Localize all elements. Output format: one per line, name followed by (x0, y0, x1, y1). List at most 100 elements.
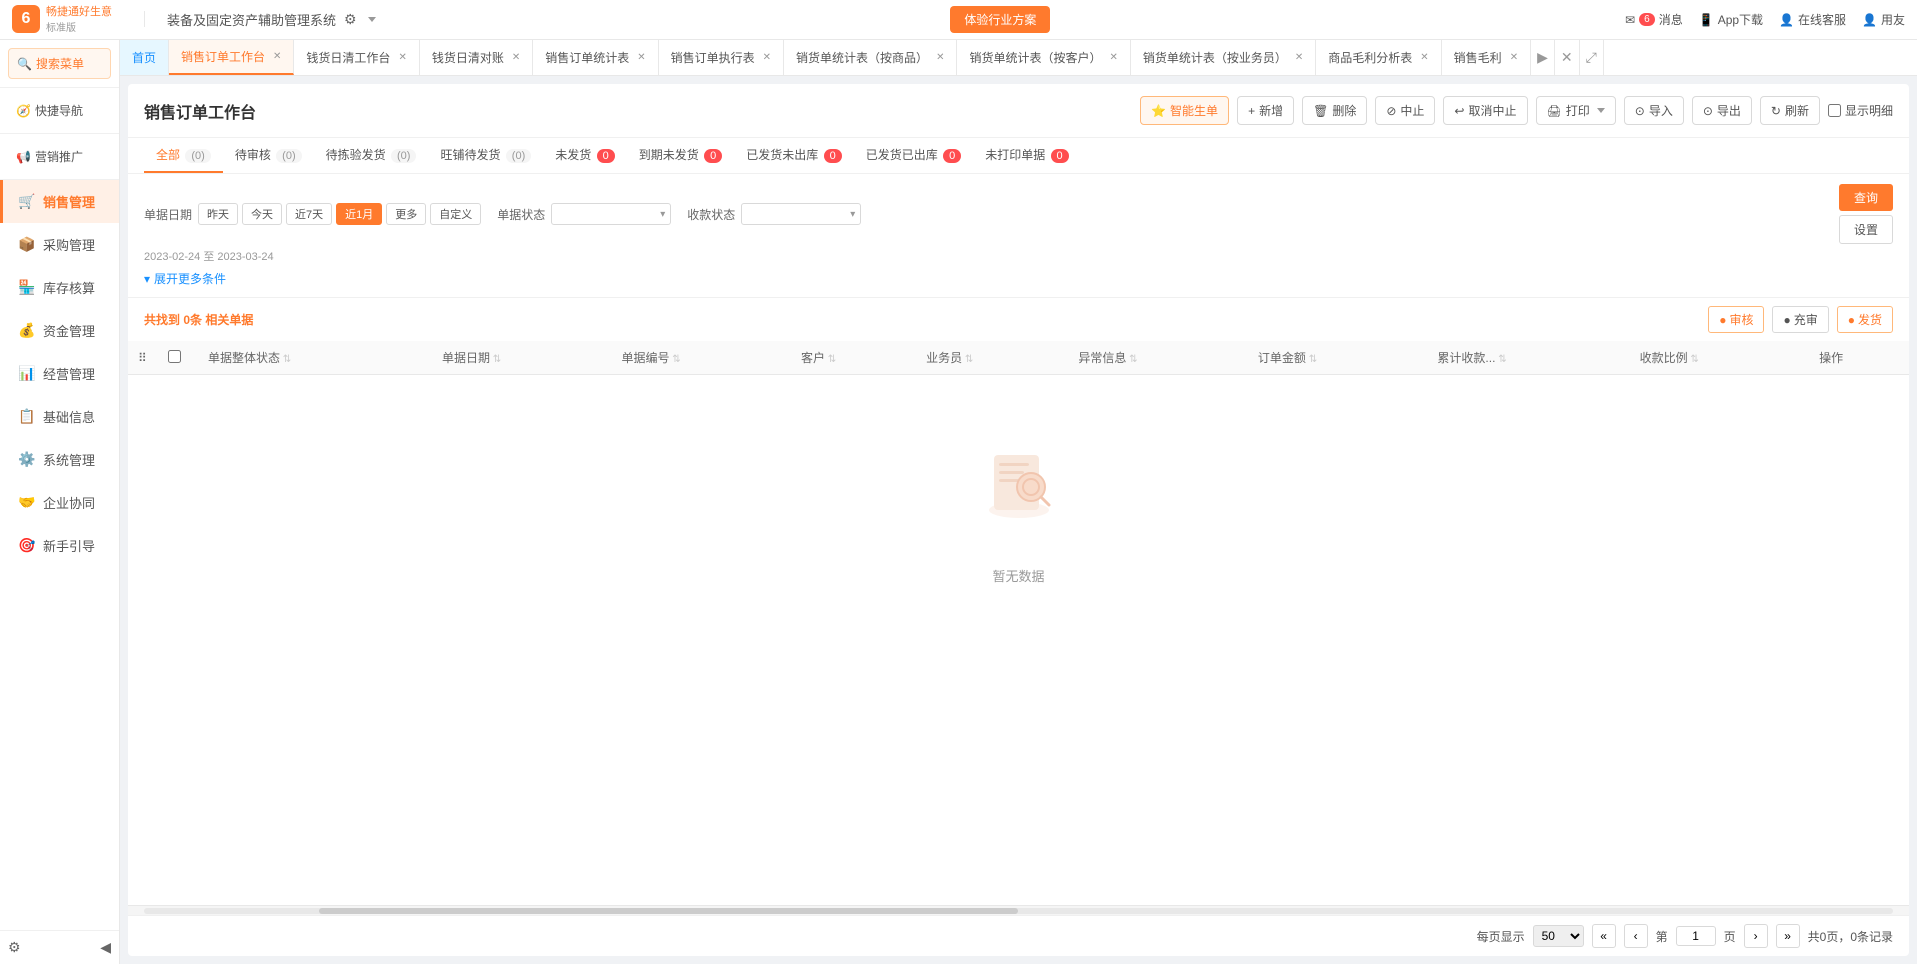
page-input[interactable] (1676, 926, 1716, 946)
smart-create-btn[interactable]: ⭐ 智能生单 (1140, 96, 1229, 125)
ship-btn[interactable]: ● 发货 (1837, 306, 1893, 333)
filter-expand-btn[interactable]: ▾ 展开更多条件 (144, 270, 1893, 287)
cancel-review-btn[interactable]: ● 充审 (1772, 306, 1828, 333)
filter-date-7days[interactable]: 近7天 (286, 203, 332, 225)
tab-cash-reconcile-close[interactable]: ✕ (512, 52, 520, 63)
tab-cash-reconcile[interactable]: 钱货日清对账 ✕ (420, 40, 533, 75)
sidebar-item-purchase[interactable]: 📦 采购管理 (0, 223, 119, 266)
filter-settings-btn[interactable]: 设置 (1839, 215, 1893, 244)
col-customer[interactable]: 客户 (791, 341, 916, 375)
col-amount[interactable]: 订单金额 (1248, 341, 1428, 375)
experience-btn[interactable]: 体验行业方案 (950, 6, 1050, 33)
last-page-btn[interactable]: » (1776, 924, 1800, 948)
app-download-btn[interactable]: 📱 App下载 (1699, 11, 1763, 28)
query-btn[interactable]: 查询 (1839, 184, 1893, 211)
sidebar-item-sales[interactable]: 🛒 销售管理 (0, 180, 119, 223)
filter-date-today[interactable]: 今天 (242, 203, 282, 225)
sub-tab-expired-not-shipped[interactable]: 到期未发货 0 (627, 138, 734, 173)
system-dropdown-icon[interactable] (368, 17, 376, 22)
promo-btn[interactable]: 📢 营销推广 (8, 142, 111, 171)
filter-collection-select[interactable] (741, 203, 861, 225)
sub-tab-shipped-not-out[interactable]: 已发货未出库 0 (734, 138, 853, 173)
tab-sales-stat-staff-close[interactable]: ✕ (1295, 52, 1303, 63)
tab-sales-stats-close[interactable]: ✕ (637, 52, 645, 63)
sidebar-collapse-icon[interactable]: ◀ (100, 939, 111, 956)
tab-close-all-btn[interactable]: ✕ (1555, 40, 1580, 75)
add-btn[interactable]: + 新增 (1237, 96, 1294, 125)
prev-page-btn[interactable]: ‹ (1624, 924, 1648, 948)
review-icon: ● (1719, 313, 1726, 327)
tab-sales-profit-close[interactable]: ✕ (1510, 52, 1518, 63)
tab-sales-stat-customer[interactable]: 销货单统计表（按客户） ✕ (957, 40, 1130, 75)
sidebar-item-enterprise[interactable]: 🤝 企业协同 (0, 481, 119, 524)
message-btn[interactable]: ✉ 6 消息 (1625, 11, 1683, 28)
print-btn[interactable]: 🖨 打印 (1536, 96, 1616, 125)
next-page-btn[interactable]: › (1744, 924, 1768, 948)
import-btn[interactable]: ⊙ 导入 (1624, 96, 1684, 125)
tab-sales-workbench-close[interactable]: ✕ (273, 51, 281, 62)
tab-sales-profit[interactable]: 销售毛利 ✕ (1442, 40, 1531, 75)
col-ratio[interactable]: 收款比例 (1630, 341, 1810, 375)
sub-tab-not-printed[interactable]: 未打印单据 0 (973, 138, 1080, 173)
tab-sales-stat-staff[interactable]: 销货单统计表（按业务员） ✕ (1131, 40, 1316, 75)
stop-btn[interactable]: ⊘ 中止 (1375, 96, 1435, 125)
page-size-select[interactable]: 10 20 50 100 (1533, 925, 1584, 947)
tab-fullscreen-btn[interactable]: ⤢ (1580, 40, 1604, 75)
filter-date-1month[interactable]: 近1月 (336, 203, 382, 225)
col-status[interactable]: 单据整体状态 (198, 341, 432, 375)
sub-tab-all[interactable]: 全部 (0) (144, 138, 223, 173)
tab-more-btn[interactable]: ▶ (1531, 40, 1555, 75)
tab-sales-stat-product-close[interactable]: ✕ (936, 52, 944, 63)
export-btn[interactable]: ⊙ 导出 (1692, 96, 1752, 125)
col-date[interactable]: 单据日期 (432, 341, 612, 375)
delete-btn[interactable]: 🗑 删除 (1302, 96, 1367, 125)
tab-product-margin-close[interactable]: ✕ (1420, 52, 1428, 63)
sidebar-item-system[interactable]: ⚙️ 系统管理 (0, 438, 119, 481)
refresh-btn[interactable]: ↻ 刷新 (1760, 96, 1820, 125)
col-exception[interactable]: 异常信息 (1068, 341, 1248, 375)
review-btn[interactable]: ● 审核 (1708, 306, 1764, 333)
first-page-btn[interactable]: « (1592, 924, 1616, 948)
sidebar-item-inventory[interactable]: 🏪 库存核算 (0, 266, 119, 309)
system-settings-icon[interactable]: ⚙ (344, 11, 357, 28)
tab-home[interactable]: 首页 (120, 40, 169, 75)
quick-nav-btn[interactable]: 🧭 快捷导航 (8, 96, 111, 125)
col-collected[interactable]: 累计收款... (1427, 341, 1629, 375)
tab-sales-exec-close[interactable]: ✕ (763, 52, 771, 63)
sidebar-search-btn[interactable]: 🔍 搜索菜单 (8, 48, 111, 79)
tab-cash-daily[interactable]: 钱货日清工作台 ✕ (294, 40, 419, 75)
filter-date-yesterday[interactable]: 昨天 (198, 203, 238, 225)
select-all-checkbox[interactable] (168, 350, 181, 363)
tab-sales-stat-staff-label: 销货单统计表（按业务员） (1143, 49, 1287, 66)
sub-tab-shipped-out[interactable]: 已发货已出库 0 (854, 138, 973, 173)
cancel-stop-btn[interactable]: ↩ 取消中止 (1443, 96, 1527, 125)
show-detail-checkbox[interactable] (1828, 104, 1841, 117)
filter-date-more[interactable]: 更多 (386, 203, 426, 225)
tab-sales-workbench[interactable]: 销售订单工作台 ✕ (169, 40, 294, 75)
tab-sales-stats[interactable]: 销售订单统计表 ✕ (533, 40, 658, 75)
sidebar-item-guide[interactable]: 🎯 新手引导 (0, 524, 119, 567)
filter-status-select[interactable] (551, 203, 671, 225)
col-staff[interactable]: 业务员 (916, 341, 1068, 375)
tab-sales-stat-product[interactable]: 销货单统计表（按商品） ✕ (784, 40, 957, 75)
online-service-btn[interactable]: 👤 在线客服 (1779, 11, 1846, 28)
guide-icon: 🎯 (19, 538, 35, 554)
page-go: 页 (1724, 928, 1736, 945)
tab-sales-stat-customer-close[interactable]: ✕ (1109, 52, 1117, 63)
sub-tab-not-shipped[interactable]: 未发货 0 (543, 138, 626, 173)
sub-tab-pending-review[interactable]: 待审核 (0) (223, 138, 314, 173)
sidebar-settings-icon[interactable]: ⚙ (8, 939, 21, 956)
filter-date-custom[interactable]: 自定义 (430, 203, 481, 225)
user-btn[interactable]: 👤 用友 (1862, 11, 1905, 28)
scroll-bar-thumb[interactable] (319, 908, 1019, 914)
tab-product-margin[interactable]: 商品毛利分析表 ✕ (1316, 40, 1441, 75)
sidebar-item-basic[interactable]: 📋 基础信息 (0, 395, 119, 438)
cancel-review-icon: ● (1783, 313, 1790, 327)
tab-sales-exec[interactable]: 销售订单执行表 ✕ (659, 40, 784, 75)
sub-tab-wangpu[interactable]: 旺铺待发货 (0) (428, 138, 543, 173)
col-number[interactable]: 单据编号 (611, 341, 791, 375)
tab-cash-daily-close[interactable]: ✕ (398, 52, 406, 63)
sidebar-item-operations[interactable]: 📊 经营管理 (0, 352, 119, 395)
sidebar-item-finance[interactable]: 💰 资金管理 (0, 309, 119, 352)
sub-tab-pending-inspect[interactable]: 待拣验发货 (0) (314, 138, 429, 173)
